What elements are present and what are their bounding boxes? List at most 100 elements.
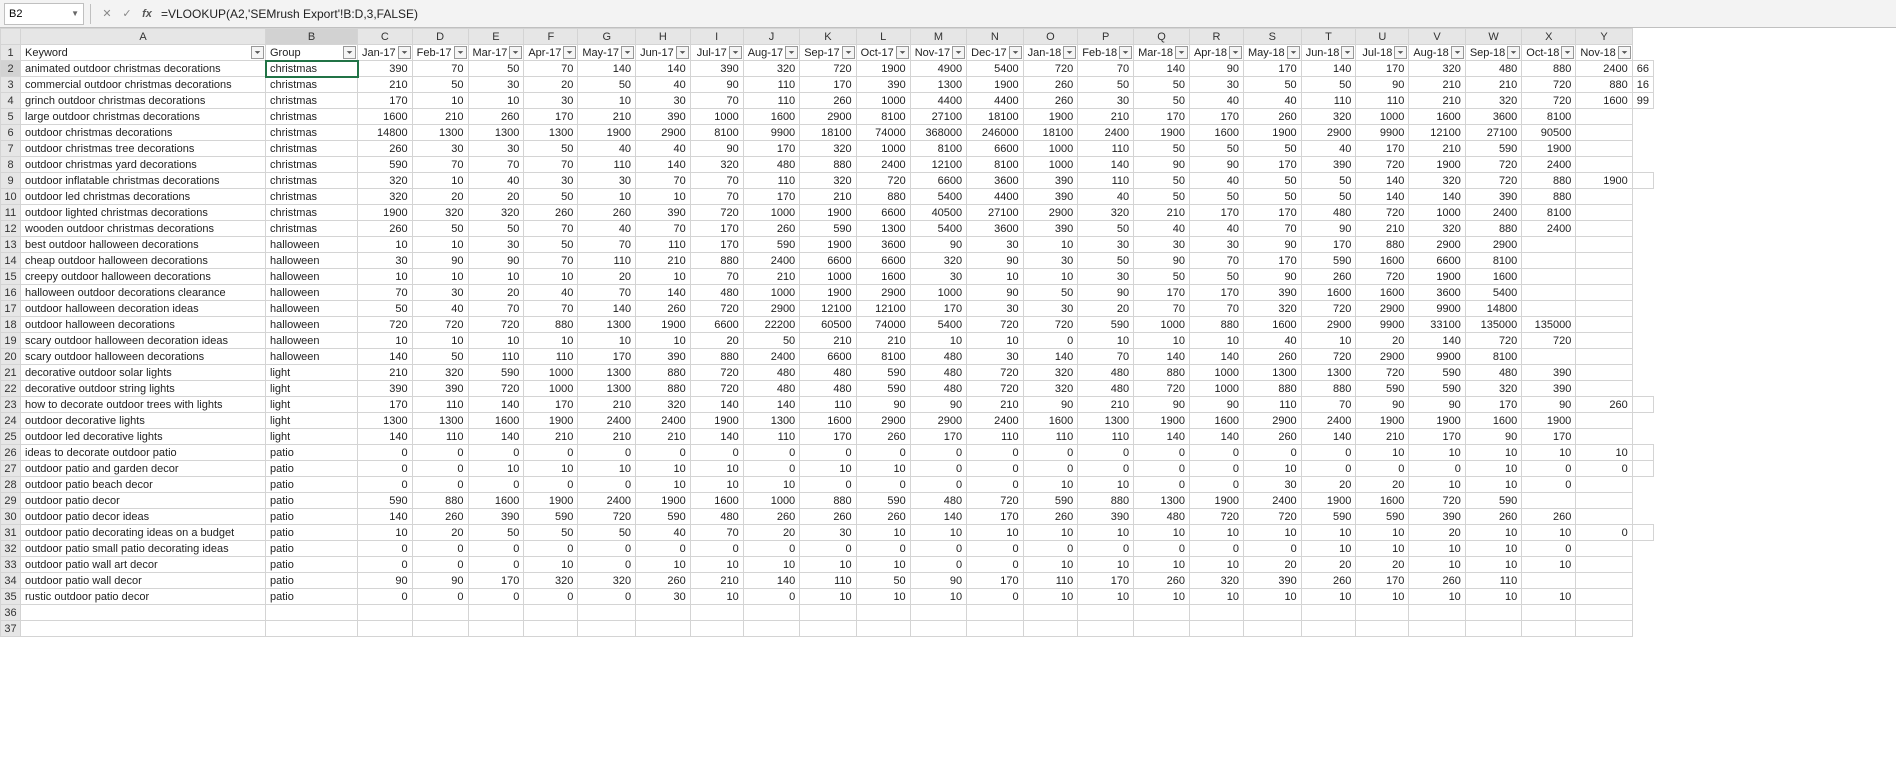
cell[interactable]: 27100 bbox=[1465, 125, 1521, 141]
cell[interactable] bbox=[1522, 605, 1576, 621]
cell[interactable]: 70 bbox=[690, 269, 743, 285]
cell[interactable]: 390 bbox=[1244, 573, 1302, 589]
cell[interactable]: 10 bbox=[1078, 589, 1134, 605]
cell[interactable]: 0 bbox=[524, 589, 578, 605]
cell[interactable]: 10 bbox=[1465, 541, 1521, 557]
cell[interactable] bbox=[21, 605, 266, 621]
cell[interactable]: 880 bbox=[1522, 61, 1576, 77]
cell[interactable]: 1900 bbox=[636, 317, 691, 333]
cell[interactable]: 20 bbox=[1244, 557, 1302, 573]
cell[interactable]: 70 bbox=[412, 61, 468, 77]
cell[interactable]: 390 bbox=[468, 509, 524, 525]
cell[interactable]: 1000 bbox=[800, 269, 856, 285]
cell[interactable]: 720 bbox=[1023, 317, 1078, 333]
cell[interactable]: 720 bbox=[967, 317, 1023, 333]
cell[interactable]: 10 bbox=[910, 589, 966, 605]
cell[interactable]: 90 bbox=[967, 285, 1023, 301]
cell[interactable]: 30 bbox=[800, 525, 856, 541]
cell[interactable]: christmas bbox=[266, 205, 358, 221]
cell[interactable]: 170 bbox=[1244, 205, 1302, 221]
cell[interactable]: 0 bbox=[1356, 461, 1409, 477]
cell[interactable]: 140 bbox=[1301, 429, 1356, 445]
cell[interactable] bbox=[578, 605, 636, 621]
cell[interactable]: 20 bbox=[524, 77, 578, 93]
cell[interactable]: 10 bbox=[800, 589, 856, 605]
cell[interactable]: 0 bbox=[967, 477, 1023, 493]
cell[interactable]: 110 bbox=[412, 429, 468, 445]
cell[interactable]: 720 bbox=[690, 205, 743, 221]
cell[interactable]: 2400 bbox=[1522, 221, 1576, 237]
cell[interactable]: 880 bbox=[800, 157, 856, 173]
cell[interactable]: 110 bbox=[1023, 429, 1078, 445]
cell[interactable]: 0 bbox=[1189, 445, 1243, 461]
row-header-11[interactable]: 11 bbox=[1, 205, 21, 221]
header-cell[interactable]: Aug-17 bbox=[743, 45, 799, 61]
cell[interactable]: outdoor led christmas decorations bbox=[21, 189, 266, 205]
cell[interactable] bbox=[412, 621, 468, 637]
cell[interactable]: 0 bbox=[910, 477, 966, 493]
cell[interactable]: 140 bbox=[636, 285, 691, 301]
cell[interactable]: 50 bbox=[524, 525, 578, 541]
cell[interactable]: 0 bbox=[412, 541, 468, 557]
cell[interactable]: 20 bbox=[1078, 301, 1134, 317]
cell[interactable] bbox=[1576, 205, 1632, 221]
cell[interactable]: 90 bbox=[1356, 77, 1409, 93]
formula-input[interactable] bbox=[157, 3, 1896, 25]
cell[interactable]: 10 bbox=[358, 269, 413, 285]
cell[interactable]: 30 bbox=[358, 253, 413, 269]
filter-dropdown-icon[interactable] bbox=[509, 46, 522, 59]
cell[interactable]: 60500 bbox=[800, 317, 856, 333]
filter-dropdown-icon[interactable] bbox=[398, 46, 411, 59]
cell[interactable]: 30 bbox=[578, 173, 636, 189]
cell[interactable]: 170 bbox=[1244, 157, 1302, 173]
cell[interactable]: 480 bbox=[1078, 381, 1134, 397]
cell[interactable] bbox=[743, 605, 799, 621]
cell[interactable]: 170 bbox=[1134, 109, 1190, 125]
cell[interactable] bbox=[1023, 605, 1078, 621]
cell[interactable] bbox=[1576, 221, 1632, 237]
cell[interactable]: 720 bbox=[1301, 301, 1356, 317]
cell[interactable]: 170 bbox=[1356, 141, 1409, 157]
cell[interactable] bbox=[636, 621, 691, 637]
cell[interactable]: 0 bbox=[1244, 445, 1302, 461]
cell[interactable]: 140 bbox=[1409, 333, 1465, 349]
cell[interactable]: 140 bbox=[578, 61, 636, 77]
row-header-33[interactable]: 33 bbox=[1, 557, 21, 573]
cell[interactable]: outdoor patio beach decor bbox=[21, 477, 266, 493]
cell[interactable]: 140 bbox=[1023, 349, 1078, 365]
cell[interactable]: 2400 bbox=[578, 413, 636, 429]
cell[interactable]: 1600 bbox=[1409, 109, 1465, 125]
cell[interactable] bbox=[1189, 621, 1243, 637]
cell[interactable]: 90 bbox=[1134, 397, 1190, 413]
cell[interactable]: 480 bbox=[743, 365, 799, 381]
cell[interactable]: 10 bbox=[1409, 445, 1465, 461]
cell[interactable] bbox=[967, 605, 1023, 621]
cell[interactable]: 90 bbox=[412, 253, 468, 269]
cell[interactable]: 480 bbox=[743, 381, 799, 397]
cell[interactable]: 390 bbox=[1023, 173, 1078, 189]
cell[interactable]: 90 bbox=[690, 77, 743, 93]
cell[interactable] bbox=[1244, 605, 1302, 621]
header-cell[interactable]: Jan-18 bbox=[1023, 45, 1078, 61]
cell[interactable]: 8100 bbox=[1522, 205, 1576, 221]
row-header-13[interactable]: 13 bbox=[1, 237, 21, 253]
cell[interactable]: christmas bbox=[266, 93, 358, 109]
cell[interactable]: 1000 bbox=[743, 285, 799, 301]
col-header-F[interactable]: F bbox=[524, 29, 578, 45]
cell[interactable]: outdoor halloween decorations bbox=[21, 317, 266, 333]
header-cell[interactable]: Jul-17 bbox=[690, 45, 743, 61]
cell[interactable] bbox=[1576, 189, 1632, 205]
cell[interactable]: 10 bbox=[1522, 557, 1576, 573]
cell[interactable]: 590 bbox=[856, 381, 910, 397]
cell[interactable]: 2400 bbox=[1301, 413, 1356, 429]
cell[interactable]: 720 bbox=[1134, 381, 1190, 397]
cell[interactable]: 10 bbox=[1356, 525, 1409, 541]
cell[interactable]: creepy outdoor halloween decorations bbox=[21, 269, 266, 285]
cell[interactable]: 0 bbox=[468, 445, 524, 461]
cell[interactable]: outdoor patio decor ideas bbox=[21, 509, 266, 525]
cell[interactable]: animated outdoor christmas decorations bbox=[21, 61, 266, 77]
accept-icon[interactable]: ✓ bbox=[117, 4, 137, 24]
cell[interactable]: 1300 bbox=[1134, 493, 1190, 509]
cell[interactable]: 390 bbox=[856, 77, 910, 93]
cell[interactable]: 2900 bbox=[1409, 237, 1465, 253]
